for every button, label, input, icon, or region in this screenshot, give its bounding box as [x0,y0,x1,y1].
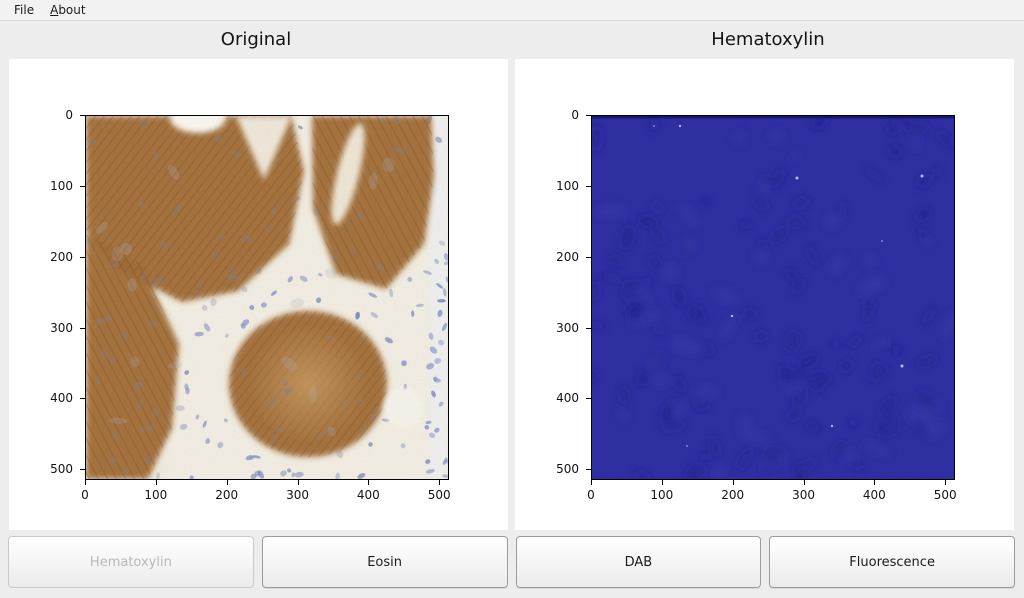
x-tick-label: 200 [721,488,745,502]
x-tick-mark [439,480,441,485]
hematoxylin-channel-image [592,116,954,479]
x-tick-label: 200 [215,488,239,502]
hematoxylin-grain-overlay [592,116,954,479]
y-tick-mark [80,398,85,400]
hematoxylin-button[interactable]: Hematoxylin [8,536,254,588]
y-tick-mark [80,256,85,258]
x-tick-label: 100 [650,488,674,502]
plot-image-hematoxylin [591,115,955,480]
x-tick-mark [368,480,370,485]
y-tick-label: 300 [50,320,73,335]
x-tick-label: 0 [587,488,595,502]
y-tick-label: 300 [556,320,579,335]
plot-original: 0 100 200 300 400 500 0 100 200 300 400 500 [9,59,508,530]
menu-about[interactable]: About [42,1,94,19]
y-tick-label: 100 [556,178,579,193]
x-tick-label: 100 [144,488,168,502]
y-tick-mark [586,327,591,329]
y-tick-label: 400 [50,391,73,406]
y-tick-mark [586,398,591,400]
y-tick-label: 100 [50,178,73,193]
title-original: Original [220,29,292,50]
x-tick-mark [803,480,805,485]
eosin-button[interactable]: Eosin [261,536,508,588]
y-tick-label: 0 [571,108,579,122]
x-tick-mark [155,480,157,485]
x-tick-label: 500 [427,488,451,502]
y-tick-label: 200 [50,249,73,264]
x-tick-mark [732,480,734,485]
y-tick-label: 400 [556,391,579,406]
y-tick-mark [80,115,85,116]
y-tick-mark [586,185,591,187]
menu-about-rest: bout [58,3,86,17]
title-hematoxylin: Hematoxylin [711,29,825,50]
plot-hematoxylin: 0 100 200 300 400 500 0 100 200 300 400 500 [515,59,1014,530]
x-tick-label: 300 [792,488,815,502]
y-tick-label: 500 [50,462,73,477]
original-tissue-image [86,116,448,479]
x-tick-mark [874,480,876,485]
fluorescence-button[interactable]: Fluorescence [769,536,1015,588]
tissue-grain-overlay [86,116,448,479]
y-tick-mark [80,469,85,471]
panel-hematoxylin: 0 100 200 300 400 500 0 100 200 300 400 500 [515,59,1014,530]
titles-row: Original Hematoxylin [0,29,1024,50]
plot-image-original [85,115,449,480]
menubar: File About [0,0,1024,21]
menu-file[interactable]: File [6,1,42,19]
y-tick-mark [80,327,85,329]
x-tick-mark [85,480,86,485]
x-tick-mark [226,480,228,485]
dab-button[interactable]: DAB [515,536,762,588]
x-tick-label: 400 [862,488,886,502]
x-tick-mark [945,480,947,485]
y-tick-mark [586,469,591,471]
y-tick-label: 200 [556,249,579,264]
x-tick-mark [661,480,663,485]
panel-original: 0 100 200 300 400 500 0 100 200 300 400 500 [9,59,508,530]
x-tick-label: 500 [933,488,957,502]
x-tick-label: 0 [81,488,89,502]
y-tick-label: 500 [556,462,579,477]
x-tick-mark [591,480,592,485]
y-tick-mark [586,115,591,116]
stain-button-row: Hematoxylin Eosin DAB Fluorescence [8,536,1015,588]
x-tick-mark [297,480,299,485]
x-tick-label: 400 [356,488,380,502]
y-tick-mark [80,185,85,187]
y-tick-label: 0 [65,108,73,122]
x-tick-label: 300 [286,488,309,502]
y-tick-mark [586,256,591,258]
top-edge-shadow [592,116,954,119]
